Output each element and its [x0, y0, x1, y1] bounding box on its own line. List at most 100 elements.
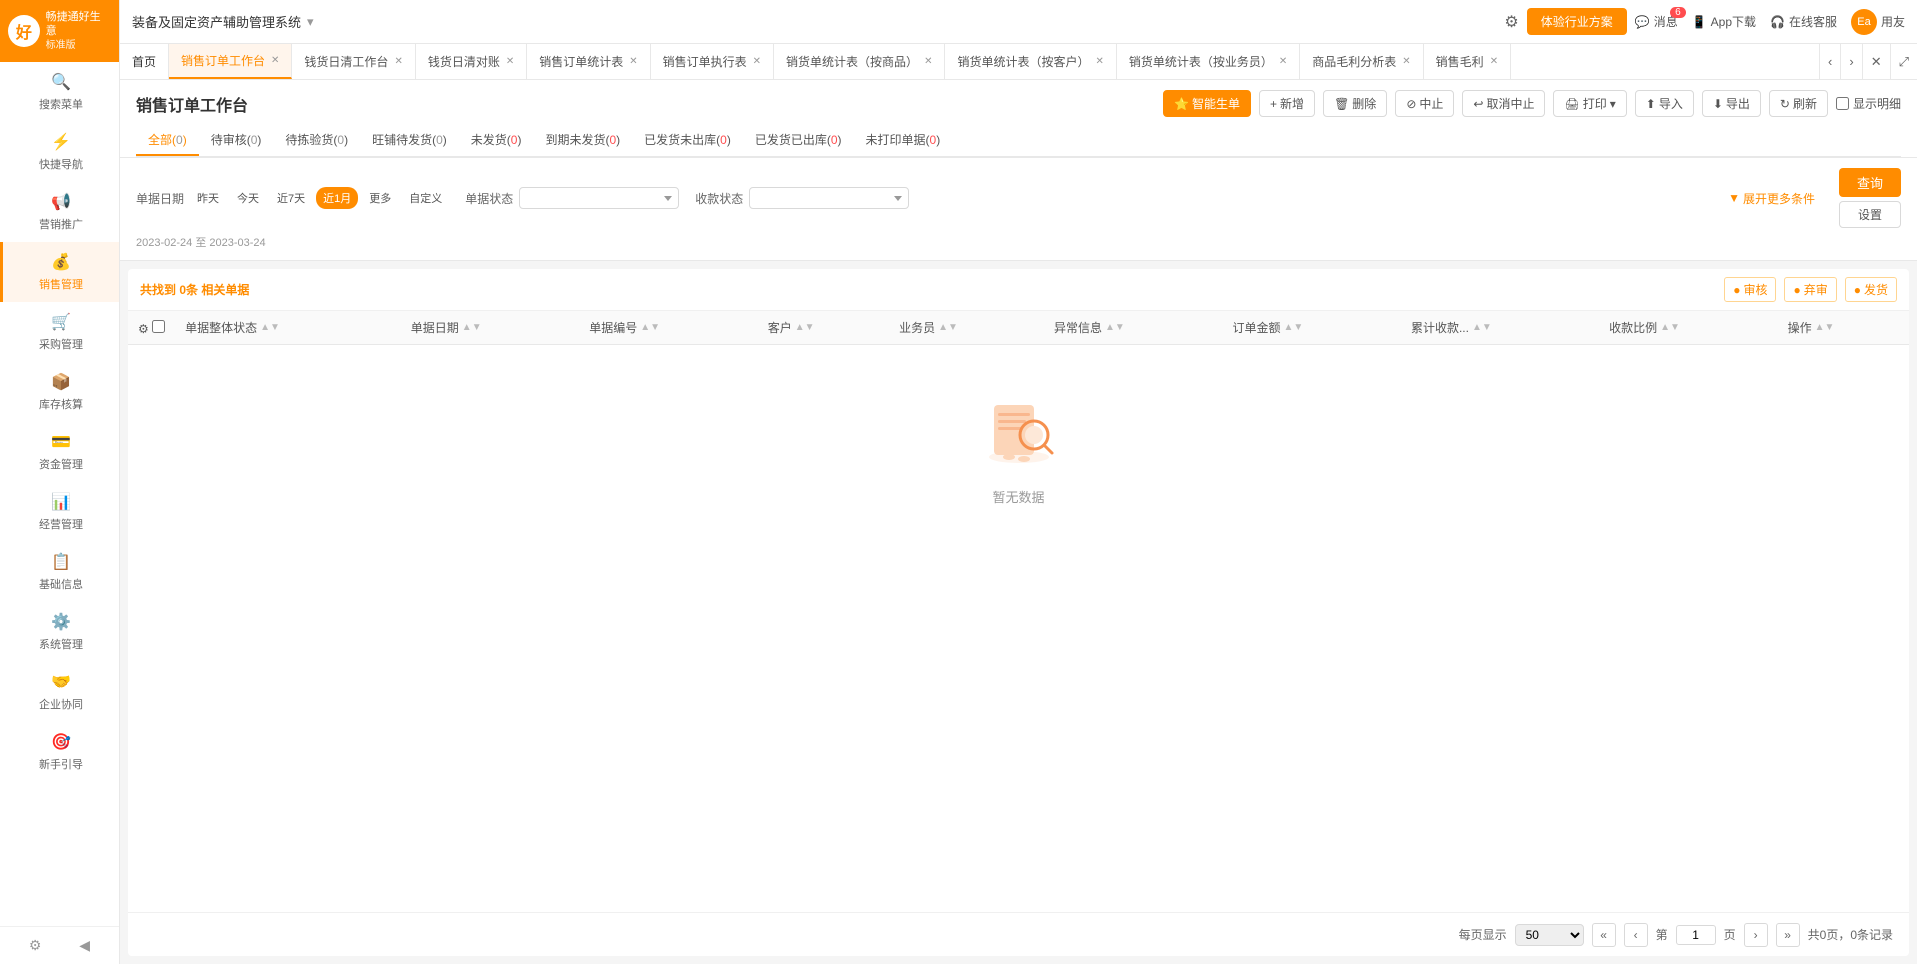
- sidebar-item-sales[interactable]: 💰销售管理: [0, 242, 119, 302]
- th-customer: 客户▲▼: [758, 311, 889, 345]
- sidebar-item-operations[interactable]: 📊经营管理: [0, 482, 119, 542]
- add-button[interactable]: + 新增: [1259, 90, 1315, 117]
- sort-icon-anomaly[interactable]: ▲▼: [1105, 322, 1125, 333]
- tab-sales-profit[interactable]: 销售毛利✕: [1424, 44, 1511, 79]
- online-service-btn[interactable]: 🎧 在线客服: [1770, 13, 1837, 30]
- tab-close-sales-summary-staff[interactable]: ✕: [1279, 56, 1287, 67]
- tab-close-all-btn[interactable]: ✕: [1862, 44, 1890, 79]
- app-download-btn[interactable]: 📱 App下载: [1692, 13, 1756, 30]
- sidebar-item-finance[interactable]: 💳资金管理: [0, 422, 119, 482]
- tab-close-sales-summary-product[interactable]: ✕: [924, 56, 932, 67]
- select-all-checkbox[interactable]: [152, 320, 165, 333]
- user-menu-btn[interactable]: Ea 用友: [1851, 9, 1905, 35]
- show-detail-label[interactable]: 显示明细: [1836, 95, 1901, 112]
- sort-icon-status[interactable]: ▲▼: [260, 322, 280, 333]
- sort-icon-number[interactable]: ▲▼: [640, 322, 660, 333]
- cancel-stop-button[interactable]: ↩ 取消中止: [1462, 90, 1545, 117]
- topbar-dropdown-icon[interactable]: ▾: [307, 14, 314, 30]
- filter-settings-button[interactable]: 设置: [1839, 201, 1901, 228]
- subtab-shipped-not-warehoused[interactable]: 已发货未出库(0): [632, 125, 743, 156]
- prev-page-btn[interactable]: ‹: [1624, 923, 1648, 947]
- date-option-今天[interactable]: 今天: [230, 187, 266, 209]
- sidebar-collapse-btn[interactable]: ◀: [79, 937, 90, 954]
- sidebar-settings-btn[interactable]: ⚙: [29, 937, 42, 954]
- date-option-昨天[interactable]: 昨天: [190, 187, 226, 209]
- tab-close-sales-exec[interactable]: ✕: [753, 56, 761, 67]
- tab-close-sales-summary-customer[interactable]: ✕: [1095, 56, 1103, 67]
- tab-sales-workbench[interactable]: 销售订单工作台✕: [169, 44, 292, 79]
- date-option-自定义[interactable]: 自定义: [402, 187, 449, 209]
- subtab-not-shipped[interactable]: 未发货(0): [459, 125, 534, 156]
- subtab-wangpu-pending[interactable]: 旺铺待发货(0): [360, 125, 459, 156]
- date-option-近7天[interactable]: 近7天: [270, 187, 312, 209]
- subtab-pending-inspect[interactable]: 待拣验货(0): [273, 125, 360, 156]
- sidebar-item-quick-nav[interactable]: ⚡快捷导航: [0, 122, 119, 182]
- subtab-overdue-not-shipped[interactable]: 到期未发货(0): [533, 125, 632, 156]
- tab-home[interactable]: 首页: [120, 44, 169, 79]
- show-detail-checkbox[interactable]: [1836, 97, 1849, 110]
- import-button[interactable]: ⬆ 导入: [1635, 90, 1694, 117]
- ship-action-btn[interactable]: ● 发货: [1845, 277, 1897, 302]
- tab-cash-daily[interactable]: 钱货日清工作台✕: [292, 44, 415, 79]
- stop-button[interactable]: ⊘ 中止: [1395, 90, 1454, 117]
- topbar-settings-icon[interactable]: ⚙: [1504, 12, 1518, 32]
- sidebar-item-basic-info[interactable]: 📋基础信息: [0, 542, 119, 602]
- per-page-select[interactable]: 102050100: [1515, 924, 1584, 946]
- sort-icon-staff[interactable]: ▲▼: [938, 322, 958, 333]
- tab-next-btn[interactable]: ›: [1840, 44, 1861, 79]
- sort-icon-collected[interactable]: ▲▼: [1472, 322, 1492, 333]
- tab-sales-summary-customer[interactable]: 销货单统计表（按客户）✕: [945, 44, 1116, 79]
- query-button[interactable]: 查询: [1839, 168, 1901, 197]
- sidebar-item-system[interactable]: ⚙️系统管理: [0, 602, 119, 662]
- tab-close-product-margin[interactable]: ✕: [1402, 56, 1410, 67]
- status-select[interactable]: [519, 187, 679, 209]
- sidebar-item-inventory[interactable]: 📦库存核算: [0, 362, 119, 422]
- tab-fullscreen-btn[interactable]: ⤢: [1890, 44, 1917, 79]
- tab-sales-summary-product[interactable]: 销货单统计表（按商品）✕: [774, 44, 945, 79]
- tab-close-sales-workbench[interactable]: ✕: [271, 55, 279, 66]
- tab-sales-summary-staff[interactable]: 销货单统计表（按业务员）✕: [1117, 44, 1300, 79]
- sort-icon-amount[interactable]: ▲▼: [1283, 322, 1303, 333]
- page-input[interactable]: [1676, 925, 1716, 945]
- cancel-review-action-btn[interactable]: ● 弃审: [1784, 277, 1836, 302]
- content-area: 共找到 0条 相关单据 ● 审核 ● 弃审 ● 发货: [128, 269, 1909, 956]
- tab-sales-exec[interactable]: 销售订单执行表✕: [651, 44, 774, 79]
- sidebar-item-search[interactable]: 🔍搜索菜单: [0, 62, 119, 122]
- refresh-button[interactable]: ↻ 刷新: [1769, 90, 1828, 117]
- first-page-btn[interactable]: «: [1592, 923, 1616, 947]
- review-action-btn[interactable]: ● 审核: [1724, 277, 1776, 302]
- tab-close-cash-daily[interactable]: ✕: [394, 56, 402, 67]
- last-page-btn[interactable]: »: [1776, 923, 1800, 947]
- subtab-shipped-warehoused[interactable]: 已发货已出库(0): [743, 125, 854, 156]
- sidebar-item-marketing[interactable]: 📢营销推广: [0, 182, 119, 242]
- solution-button-visible[interactable]: 体验行业方案: [1527, 8, 1627, 35]
- sort-icon-action[interactable]: ▲▼: [1815, 322, 1835, 333]
- payment-select[interactable]: [749, 187, 909, 209]
- tab-cash-reconcile[interactable]: 钱货日清对账✕: [416, 44, 527, 79]
- sidebar-item-enterprise[interactable]: 🤝企业协同: [0, 662, 119, 722]
- sort-icon-date[interactable]: ▲▼: [462, 322, 482, 333]
- sidebar-item-guide[interactable]: 🎯新手引导: [0, 722, 119, 782]
- subtab-all[interactable]: 全部(0): [136, 125, 199, 156]
- tab-product-margin[interactable]: 商品毛利分析表✕: [1300, 44, 1423, 79]
- smart-create-button[interactable]: ⭐ 智能生单: [1163, 90, 1251, 117]
- tab-close-sales-profit[interactable]: ✕: [1490, 56, 1498, 67]
- tab-prev-btn[interactable]: ‹: [1819, 44, 1840, 79]
- next-page-btn[interactable]: ›: [1744, 923, 1768, 947]
- date-option-近1月[interactable]: 近1月: [316, 187, 358, 209]
- subtab-pending-review[interactable]: 待审核(0): [199, 125, 274, 156]
- subtab-not-printed[interactable]: 未打印单据(0): [854, 125, 953, 156]
- delete-button[interactable]: 🗑 删除: [1323, 90, 1387, 117]
- message-btn[interactable]: 💬 消息 6: [1635, 13, 1678, 30]
- sort-icon-customer[interactable]: ▲▼: [795, 322, 815, 333]
- expand-filter-btn[interactable]: ▼ 展开更多条件: [1728, 190, 1815, 207]
- sidebar-item-purchase[interactable]: 🛒采购管理: [0, 302, 119, 362]
- print-button[interactable]: 🖨 打印 ▾: [1553, 90, 1626, 117]
- sort-icon-ratio[interactable]: ▲▼: [1660, 322, 1680, 333]
- export-button[interactable]: ⬇ 导出: [1702, 90, 1761, 117]
- tab-close-sales-stats[interactable]: ✕: [629, 56, 637, 67]
- tab-close-cash-reconcile[interactable]: ✕: [506, 56, 514, 67]
- tab-sales-stats[interactable]: 销售订单统计表✕: [527, 44, 650, 79]
- th-settings-icon[interactable]: ⚙: [138, 322, 149, 336]
- date-option-更多[interactable]: 更多: [362, 187, 398, 209]
